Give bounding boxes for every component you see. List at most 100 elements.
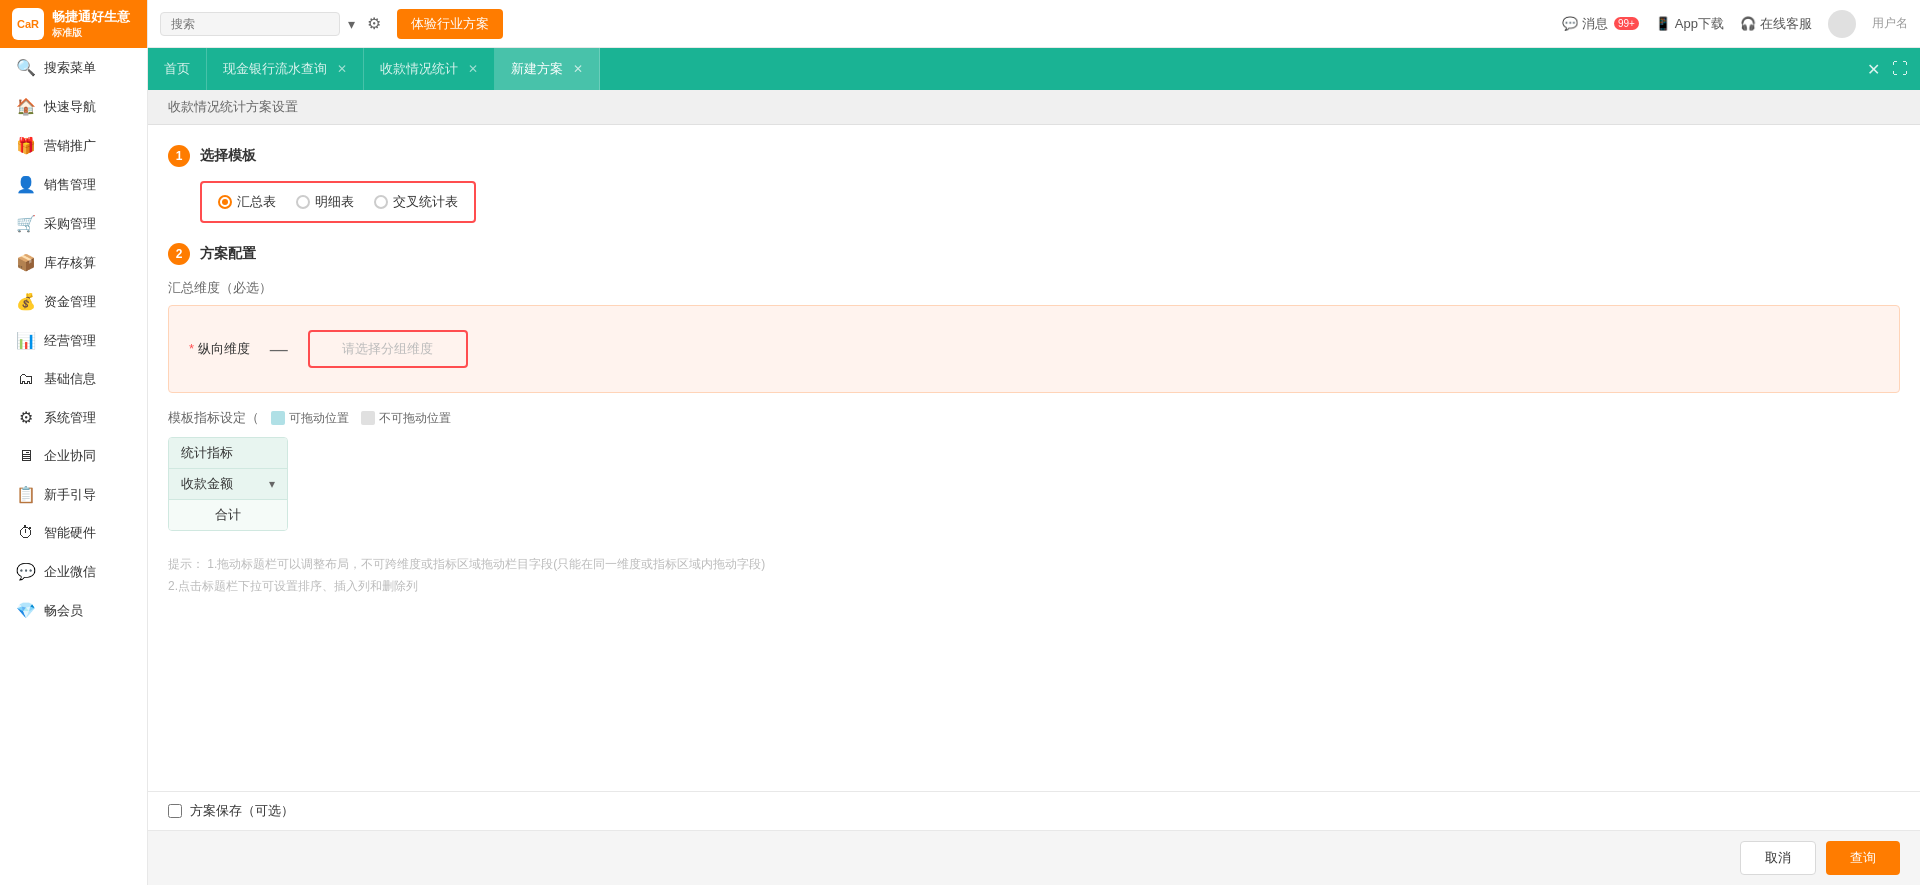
cancel-button[interactable]: 取消 <box>1740 841 1816 875</box>
app-download-label: App下载 <box>1675 15 1724 33</box>
page-content: 收款情况统计方案设置 1 选择模板 汇总表 明细表 <box>148 90 1920 885</box>
radio-summary[interactable]: 汇总表 <box>218 193 276 211</box>
tab-bank-flow[interactable]: 现金银行流水查询 ✕ <box>207 48 364 90</box>
sidebar-item-label: 快速导航 <box>44 98 96 116</box>
stat-table-col-label: 收款金额 <box>181 475 233 493</box>
dimension-selector[interactable]: 请选择分组维度 <box>308 330 468 368</box>
tab-receipt-stats-label: 收款情况统计 <box>380 60 458 78</box>
sidebar-item-inventory[interactable]: 📦 库存核算 <box>0 243 147 282</box>
sidebar-item-basic-info[interactable]: 🗂 基础信息 <box>0 360 147 398</box>
sidebar-item-label: 新手引导 <box>44 486 96 504</box>
radio-cross[interactable]: 交叉统计表 <box>374 193 458 211</box>
dimension-area: * 纵向维度 — 请选择分组维度 <box>168 305 1900 393</box>
tab-new-plan-close-icon[interactable]: ✕ <box>573 62 583 76</box>
sidebar-item-purchase[interactable]: 🛒 采购管理 <box>0 204 147 243</box>
tip-line-2: 2.点击标题栏下拉可设置排序、插入列和删除列 <box>168 576 1900 598</box>
stat-table-col-header[interactable]: 收款金额 ▾ <box>169 469 287 500</box>
sidebar-item-enterprise[interactable]: 🖥 企业协同 <box>0 437 147 475</box>
sidebar: CaR 畅捷通好生意 标准版 🔍 搜索菜单 🏠 快速导航 🎁 营销推广 👤 销售… <box>0 0 148 885</box>
online-service-label: 在线客服 <box>1760 15 1812 33</box>
tab-bank-flow-close-icon[interactable]: ✕ <box>337 62 347 76</box>
immovable-label: 不可拖动位置 <box>379 410 451 427</box>
sidebar-item-guide[interactable]: 📋 新手引导 <box>0 475 147 514</box>
close-window-icon[interactable]: ✕ <box>1867 60 1880 79</box>
step1-header: 1 选择模板 <box>168 145 1900 167</box>
form-area: 1 选择模板 汇总表 明细表 交叉统计表 <box>148 125 1920 791</box>
app-icon: 📱 <box>1655 16 1671 31</box>
col-dropdown-icon[interactable]: ▾ <box>269 477 275 491</box>
gift-icon: 🎁 <box>16 136 36 155</box>
logo-badge: 标准版 <box>52 26 130 40</box>
tab-new-plan[interactable]: 新建方案 ✕ <box>495 48 600 90</box>
radio-detail[interactable]: 明细表 <box>296 193 354 211</box>
sidebar-item-search[interactable]: 🔍 搜索菜单 <box>0 48 147 87</box>
dimension-row-label: 纵向维度 <box>198 341 250 356</box>
breadcrumb: 收款情况统计方案设置 <box>148 90 1920 125</box>
movable-label: 可拖动位置 <box>289 410 349 427</box>
radio-summary-circle <box>218 195 232 209</box>
save-checkbox[interactable] <box>168 804 182 818</box>
sidebar-item-system[interactable]: ⚙ 系统管理 <box>0 398 147 437</box>
money-icon: 💰 <box>16 292 36 311</box>
settings-icon[interactable]: ⚙ <box>367 14 381 33</box>
sidebar-item-member[interactable]: 💎 畅会员 <box>0 591 147 630</box>
notification-label: 消息 <box>1582 15 1608 33</box>
timer-icon: ⏱ <box>16 524 36 542</box>
app-download-item[interactable]: 📱 App下载 <box>1655 15 1724 33</box>
footer-actions: 取消 查询 <box>148 830 1920 885</box>
immovable-badge: 不可拖动位置 <box>361 410 451 427</box>
radio-detail-circle <box>296 195 310 209</box>
sidebar-item-label: 智能硬件 <box>44 524 96 542</box>
search-input[interactable] <box>160 12 340 36</box>
dimension-config-label: 汇总维度（必选） <box>168 279 1900 297</box>
gear-icon: ⚙ <box>16 408 36 427</box>
dimension-required-mark: * 纵向维度 <box>189 340 250 358</box>
stat-table-row-label: 合计 <box>215 507 241 522</box>
tabbar: 首页 现金银行流水查询 ✕ 收款情况统计 ✕ 新建方案 ✕ ✕ ⛶ <box>148 48 1920 90</box>
step2-header: 2 方案配置 <box>168 243 1900 265</box>
sidebar-item-operation[interactable]: 📊 经营管理 <box>0 321 147 360</box>
step1-section: 1 选择模板 汇总表 明细表 交叉统计表 <box>168 145 1900 223</box>
movable-badge: 可拖动位置 <box>271 410 349 427</box>
template-selector-box: 汇总表 明细表 交叉统计表 <box>200 181 476 223</box>
sidebar-item-quick-nav[interactable]: 🏠 快速导航 <box>0 87 147 126</box>
maximize-icon[interactable]: ⛶ <box>1892 60 1908 78</box>
online-service-item[interactable]: 🎧 在线客服 <box>1740 15 1812 33</box>
sidebar-item-label: 销售管理 <box>44 176 96 194</box>
logo-text: 畅捷通好生意 <box>52 8 130 26</box>
tip-line-1: 提示： 1.拖动标题栏可以调整布局，不可跨维度或指标区域拖动栏目字段(只能在同一… <box>168 554 1900 576</box>
tab-receipt-stats[interactable]: 收款情况统计 ✕ <box>364 48 495 90</box>
tab-receipt-stats-close-icon[interactable]: ✕ <box>468 62 478 76</box>
sidebar-item-sales[interactable]: 👤 销售管理 <box>0 165 147 204</box>
dimension-row: * 纵向维度 — 请选择分组维度 <box>189 330 1879 368</box>
explore-btn[interactable]: 体验行业方案 <box>397 9 503 39</box>
clipboard-icon: 📋 <box>16 485 36 504</box>
sidebar-item-label: 企业协同 <box>44 447 96 465</box>
notification-item[interactable]: 💬 消息 99+ <box>1562 15 1639 33</box>
topbar-right: 💬 消息 99+ 📱 App下载 🎧 在线客服 用户名 <box>1562 10 1908 38</box>
dropdown-arrow-icon[interactable]: ▾ <box>348 16 355 32</box>
sidebar-item-label: 库存核算 <box>44 254 96 272</box>
tab-bank-flow-label: 现金银行流水查询 <box>223 60 327 78</box>
tabbar-actions: ✕ ⛶ <box>1855 48 1920 90</box>
sidebar-logo: CaR 畅捷通好生意 标准版 <box>0 0 147 48</box>
user-avatar[interactable] <box>1828 10 1856 38</box>
notification-count: 99+ <box>1614 17 1639 30</box>
sidebar-item-label: 营销推广 <box>44 137 96 155</box>
sidebar-item-marketing[interactable]: 🎁 营销推广 <box>0 126 147 165</box>
save-option-label: 方案保存（可选） <box>190 802 294 820</box>
sidebar-item-hardware[interactable]: ⏱ 智能硬件 <box>0 514 147 552</box>
tab-home[interactable]: 首页 <box>148 48 207 90</box>
save-option: 方案保存（可选） <box>148 792 1920 830</box>
step1-number: 1 <box>168 145 190 167</box>
sidebar-item-finance[interactable]: 💰 资金管理 <box>0 282 147 321</box>
chat-icon: 💬 <box>16 562 36 581</box>
sidebar-item-wechat[interactable]: 💬 企业微信 <box>0 552 147 591</box>
sidebar-item-label: 资金管理 <box>44 293 96 311</box>
stat-table-header-label: 统计指标 <box>181 444 233 462</box>
step2-title: 方案配置 <box>200 245 256 263</box>
tab-new-plan-label: 新建方案 <box>511 60 563 78</box>
query-button[interactable]: 查询 <box>1826 841 1900 875</box>
sidebar-item-label: 搜索菜单 <box>44 59 96 77</box>
radio-summary-label: 汇总表 <box>237 193 276 211</box>
